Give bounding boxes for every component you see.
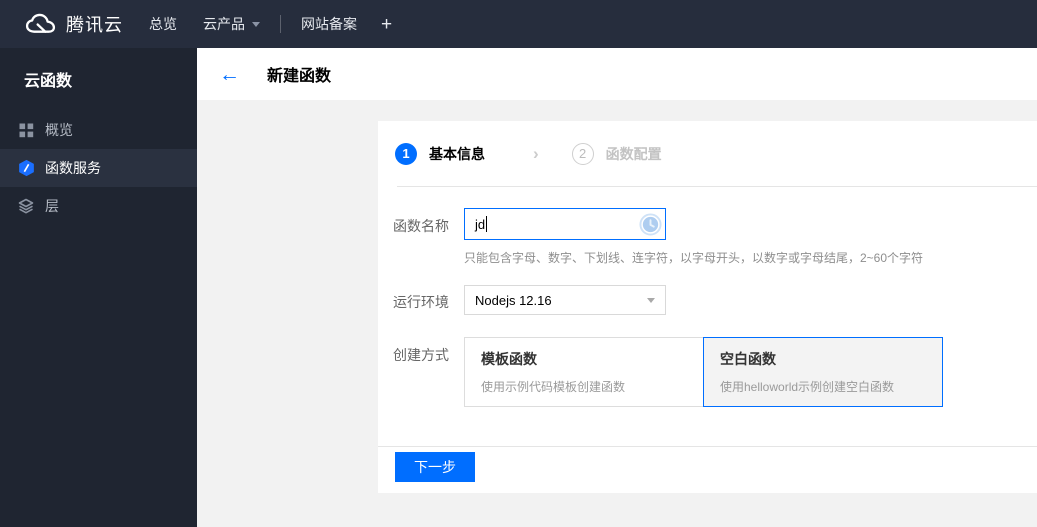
method-title: 模板函数	[481, 351, 537, 367]
runtime-label: 运行环境	[393, 294, 449, 310]
sidebar-menu: 概览 函数服务 层	[0, 111, 197, 225]
text-caret	[486, 216, 488, 232]
nav-products[interactable]: 云产品	[203, 14, 260, 34]
validating-clock-icon	[639, 213, 662, 239]
nav-overview[interactable]: 总览	[149, 14, 177, 34]
function-name-input[interactable]: jd	[464, 208, 666, 240]
basic-info-form: 函数名称 jd 只能包含字母、数字、下划线、连字符，以字母开头，以数字或字母结尾…	[378, 187, 1037, 407]
sidebar-item-overview[interactable]: 概览	[0, 111, 197, 149]
method-card-group: 模板函数 使用示例代码模板创建函数 空白函数 使用helloworld示例创建空…	[464, 337, 943, 407]
sidebar-item-label: 层	[45, 198, 59, 214]
sidebar-title: 云函数	[24, 73, 73, 90]
sidebar-item-function-service[interactable]: 函数服务	[0, 149, 197, 187]
step-label: 基本信息	[429, 145, 485, 162]
nav-divider	[280, 15, 281, 33]
method-card-blank[interactable]: 空白函数 使用helloworld示例创建空白函数	[703, 337, 943, 407]
function-name-hint: 只能包含字母、数字、下划线、连字符，以字母开头，以数字或字母结尾，2~60个字符	[464, 251, 924, 265]
layers-icon	[17, 198, 35, 214]
sidebar-item-label: 概览	[45, 122, 73, 138]
step-function-config: 2 函数配置	[571, 142, 662, 165]
divider	[378, 446, 1037, 447]
step-basic-info: 1 基本信息	[395, 142, 485, 165]
step-chevron-icon: ›	[533, 143, 539, 163]
sidebar-item-layers[interactable]: 层	[0, 187, 197, 225]
scf-hexagon-icon	[17, 159, 35, 177]
function-name-value: jd	[475, 216, 486, 232]
nav-products-label: 云产品	[203, 16, 245, 32]
add-tab-button[interactable]: +	[381, 15, 392, 34]
cloud-logo-icon	[24, 13, 57, 36]
next-step-button[interactable]: 下一步	[395, 452, 475, 482]
page-header: ← 新建函数	[197, 48, 1037, 100]
function-name-label: 函数名称	[393, 218, 449, 234]
method-card-template[interactable]: 模板函数 使用示例代码模板创建函数	[464, 337, 704, 407]
back-arrow-icon[interactable]: ←	[219, 64, 240, 85]
method-title: 空白函数	[720, 351, 776, 367]
nav-icp[interactable]: 网站备案	[301, 14, 357, 34]
chevron-down-icon	[252, 21, 260, 27]
page-title: 新建函数	[267, 68, 332, 85]
steps-indicator: 1 基本信息 › 2 函数配置	[378, 121, 1037, 186]
sidebar-item-label: 函数服务	[45, 160, 101, 176]
step-number-inactive: 2	[571, 142, 594, 165]
runtime-row: 运行环境 Nodejs 12.16	[393, 285, 1037, 315]
create-method-row: 创建方式 模板函数 使用示例代码模板创建函数 空白函数 使用helloworld…	[393, 337, 1037, 407]
grid-icon	[17, 123, 35, 138]
method-desc: 使用示例代码模板创建函数	[481, 380, 626, 394]
sidebar: 云函数 概览 函数服务 层	[0, 48, 197, 527]
tencent-cloud-logo[interactable]: 腾讯云	[24, 11, 123, 37]
brand-name: 腾讯云	[66, 15, 123, 35]
content-area: 1 基本信息 › 2 函数配置 函数名称 jd 只能包含字母、数字、下划线、连字…	[197, 100, 1037, 527]
step-label: 函数配置	[605, 145, 662, 162]
create-method-label: 创建方式	[393, 347, 449, 363]
runtime-select[interactable]: Nodejs 12.16	[464, 285, 666, 315]
select-caret-icon	[647, 297, 655, 303]
create-function-card: 1 基本信息 › 2 函数配置 函数名称 jd 只能包含字母、数字、下划线、连字…	[378, 121, 1037, 493]
top-navbar: 腾讯云 总览 云产品 网站备案 +	[0, 0, 1037, 48]
step-number-active: 1	[395, 142, 417, 165]
runtime-selected-value: Nodejs 12.16	[475, 292, 552, 308]
function-name-row: 函数名称 jd 只能包含字母、数字、下划线、连字符，以字母开头，以数字或字母结尾…	[393, 208, 1037, 266]
method-desc: 使用helloworld示例创建空白函数	[720, 380, 895, 394]
